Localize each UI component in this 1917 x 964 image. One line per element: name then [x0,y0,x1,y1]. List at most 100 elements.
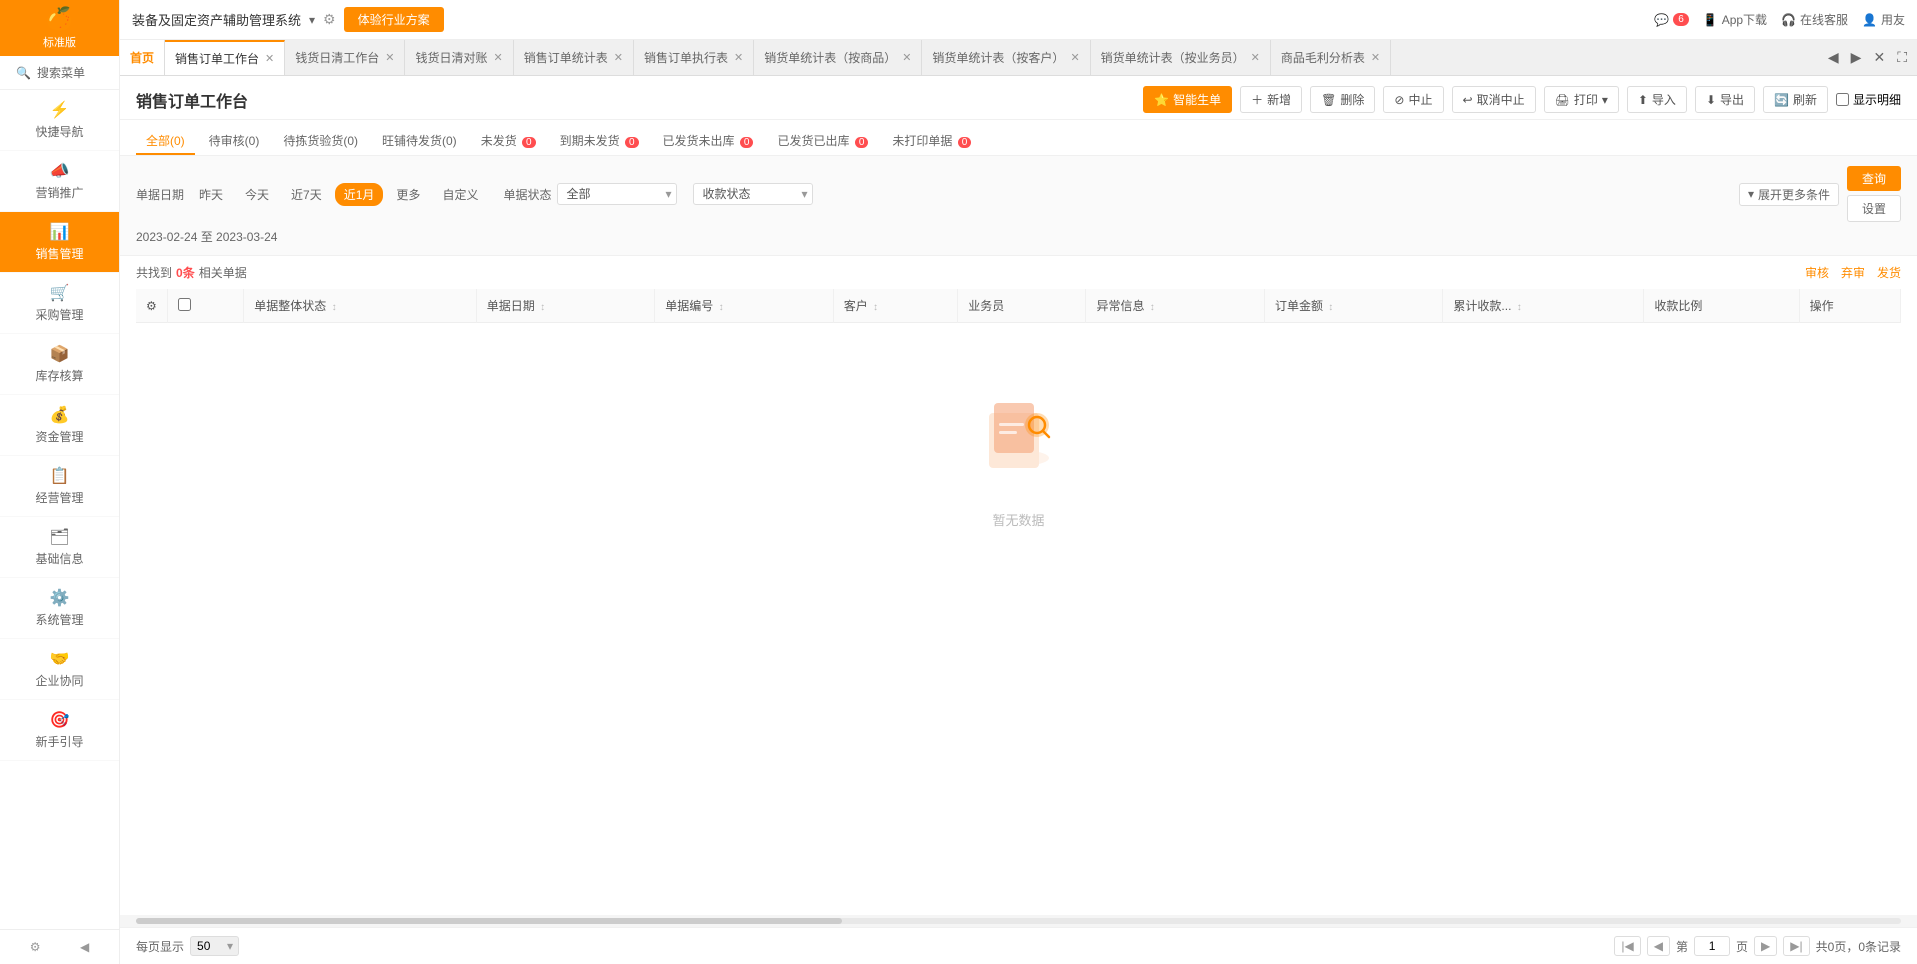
select-all-checkbox[interactable] [178,298,191,311]
settings-icon[interactable]: ⚙ [30,940,41,954]
page-last-btn[interactable]: ▶| [1783,936,1809,956]
app-download-btn[interactable]: 📱 App下载 [1703,11,1767,28]
sub-tab-overdue[interactable]: 到期未发货 0 [550,128,649,155]
page-first-btn[interactable]: |◀ [1614,936,1640,956]
cancel-pause-btn[interactable]: ↩ 取消中止 [1452,86,1536,113]
export-btn[interactable]: ⬇ 导出 [1695,86,1755,113]
tab-close-icon[interactable]: ✕ [385,51,394,64]
tab-close-icon[interactable]: ✕ [1371,51,1380,64]
sub-tab-shipped-out[interactable]: 已发货已出库 0 [767,128,878,155]
tab-prev-icon[interactable]: ◀ [1824,47,1843,68]
user-btn[interactable]: 👤 用友 [1862,11,1905,28]
status-label: 单据状态 [503,186,551,203]
tab-close-icon[interactable]: ✕ [265,52,274,65]
tab-home[interactable]: 首页 [120,40,165,76]
sidebar-item-base-info[interactable]: 🗂 基础信息 [0,517,119,578]
cancel-review-action[interactable]: 弃审 [1841,264,1865,281]
page-prev-btn[interactable]: ◀ [1647,936,1670,956]
sidebar-item-finance[interactable]: 💰 资金管理 [0,395,119,456]
query-btn[interactable]: 查询 [1847,166,1901,191]
tab-gross-margin[interactable]: 商品毛利分析表 ✕ [1271,40,1391,76]
expand-btn[interactable]: ▾ 展开更多条件 [1739,183,1839,206]
tab-close-all-icon[interactable]: ✕ [1869,47,1889,68]
cancel-icon: ↩ [1463,93,1473,107]
7days-btn[interactable]: 近7天 [282,183,331,206]
page-number-input[interactable] [1694,936,1730,956]
show-detail-checkbox[interactable] [1836,93,1849,106]
settings-icon[interactable]: ⚙ [323,11,336,28]
page-next-btn[interactable]: ▶ [1754,936,1777,956]
th-checkbox[interactable] [167,289,243,323]
scroll-bar-thumb[interactable] [136,918,842,924]
sub-tab-unshipped[interactable]: 未发货 0 [471,128,546,155]
yesterday-btn[interactable]: 昨天 [190,183,232,206]
tab-cash-reconcile[interactable]: 钱货日清对账 ✕ [405,40,513,76]
tab-close-icon[interactable]: ✕ [614,51,623,64]
print-btn[interactable]: 🖨 打印 ▾ [1544,86,1619,113]
add-btn[interactable]: ＋ 新增 [1240,86,1302,113]
sidebar-item-inventory[interactable]: 📦 库存核算 [0,334,119,395]
date-filter: 单据日期 昨天 今天 近7天 近1月 更多 自定义 [136,183,487,206]
sort-icon: ↕ [1328,302,1333,313]
tab-sales-staff[interactable]: 销货单统计表（按业务员） ✕ [1091,40,1271,76]
refresh-btn[interactable]: 🔄 刷新 [1763,86,1828,113]
custom-btn[interactable]: 自定义 [433,183,487,206]
scroll-bar-track[interactable] [136,918,1901,924]
status-select[interactable]: 全部 [557,183,677,205]
sub-tab-pending[interactable]: 待审核(0) [199,128,270,155]
sidebar-item-sales[interactable]: 📊 销售管理 [0,212,119,273]
pagination: 每页显示 50 20 100 |◀ ◀ 第 页 ▶ ▶| 共0页，0条记录 [120,927,1917,964]
sidebar-item-operations[interactable]: 📋 经营管理 [0,456,119,517]
message-btn[interactable]: 💬 6 [1654,13,1689,27]
sub-tab-wangpu[interactable]: 旺铺待发货(0) [372,128,467,155]
sidebar-item-purchase[interactable]: 🛒 采购管理 [0,273,119,334]
tab-cash-daily[interactable]: 钱货日清工作台 ✕ [285,40,405,76]
today-btn[interactable]: 今天 [236,183,278,206]
system-title: 装备及固定资产辅助管理系统 [132,10,301,29]
tab-sales-customer[interactable]: 销货单统计表（按客户） ✕ [922,40,1090,76]
sidebar-item-guide[interactable]: 🎯 新手引导 [0,700,119,761]
table-summary: 共找到 0条 相关单据 审核 弃审 发货 [136,256,1901,289]
payment-select[interactable]: 收款状态 [693,183,813,205]
sub-tab-all[interactable]: 全部(0) [136,128,195,155]
tab-close-icon[interactable]: ✕ [1070,51,1079,64]
tab-sales-exec[interactable]: 销售订单执行表 ✕ [634,40,754,76]
tab-sales-workbench[interactable]: 销售订单工作台 ✕ [165,40,285,76]
1month-btn[interactable]: 近1月 [335,183,384,206]
gear-icon: ⚙ [146,299,157,313]
ship-action[interactable]: 发货 [1877,264,1901,281]
sidebar-item-enterprise[interactable]: 🤝 企业协同 [0,639,119,700]
user-label: 用友 [1881,11,1905,28]
tab-close-icon[interactable]: ✕ [734,51,743,64]
th-settings[interactable]: ⚙ [136,289,167,323]
sidebar-item-system[interactable]: ⚙️ 系统管理 [0,578,119,639]
sidebar-search[interactable]: 🔍 搜索菜单 [0,56,119,90]
import-btn[interactable]: ⬆ 导入 [1627,86,1687,113]
tab-close-icon[interactable]: ✕ [494,51,503,64]
tab-next-icon[interactable]: ▶ [1847,47,1866,68]
tab-maximize-icon[interactable]: ⛶ [1893,47,1911,68]
collapse-icon[interactable]: ◀ [80,940,89,954]
tab-sales-product[interactable]: 销货单统计表（按商品） ✕ [754,40,922,76]
system-dropdown[interactable]: ▾ [309,13,315,27]
experience-btn[interactable]: 体验行业方案 [344,7,444,32]
sub-tab-unprinted[interactable]: 未打印单据 0 [882,128,981,155]
per-page-select[interactable]: 50 20 100 [190,936,239,956]
sub-tab-pending-inspect[interactable]: 待拣货验货(0) [273,128,368,155]
finance-icon: 💰 [50,405,70,425]
smart-btn[interactable]: ⭐ 智能生单 [1143,86,1232,113]
sidebar-item-marketing[interactable]: 📣 营销推广 [0,151,119,212]
pause-btn[interactable]: ⊘ 中止 [1383,86,1443,113]
tab-sales-stats[interactable]: 销售订单统计表 ✕ [514,40,634,76]
tab-close-icon[interactable]: ✕ [902,51,911,64]
sidebar-item-quick-nav[interactable]: ⚡ 快捷导航 [0,90,119,151]
related-text: 相关单据 [199,264,247,281]
sub-tab-shipped-not-out[interactable]: 已发货未出库 0 [653,128,764,155]
tab-close-icon[interactable]: ✕ [1251,51,1260,64]
filter-area: 单据日期 昨天 今天 近7天 近1月 更多 自定义 单据状态 全部 [120,156,1917,256]
delete-btn[interactable]: 🗑 删除 [1310,86,1375,113]
settings-btn[interactable]: 设置 [1847,195,1901,222]
review-action[interactable]: 审核 [1805,264,1829,281]
online-service-btn[interactable]: 🎧 在线客服 [1781,11,1848,28]
more-btn[interactable]: 更多 [387,183,429,206]
